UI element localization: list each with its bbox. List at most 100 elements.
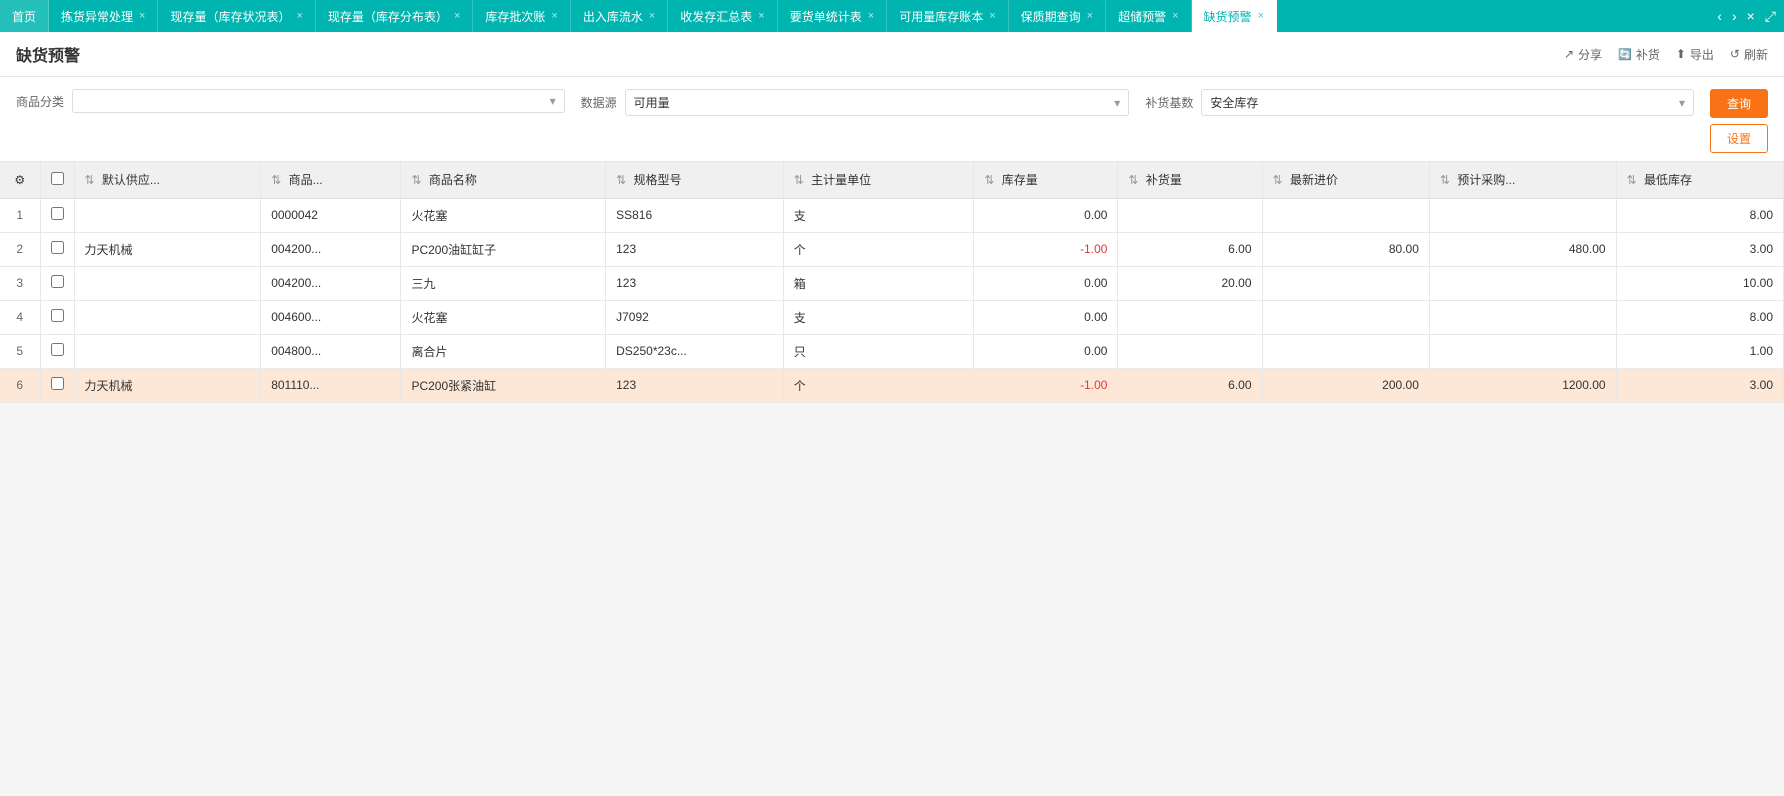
tab-next-button[interactable]: › [1728,6,1741,26]
query-button[interactable]: 查询 [1710,89,1768,118]
row-check-1[interactable] [51,207,64,220]
tab-shortage-label: 缺货预警 [1204,8,1252,25]
row-num-5: 5 [0,334,40,368]
row-spec-1: SS816 [606,198,784,232]
row-checkbox-4[interactable] [40,300,74,334]
sort-icon-name: ⇅ [411,173,421,187]
row-replenish-1 [1118,198,1262,232]
datasource-label: 数据源 [581,94,617,111]
row-est-1 [1429,198,1616,232]
refresh-icon [1730,47,1740,61]
replenish-button[interactable]: 补货 [1618,46,1660,63]
col-replenish-qty[interactable]: ⇅ 补货量 [1118,162,1262,198]
export-button[interactable]: 导出 [1676,46,1714,63]
refresh-button[interactable]: 刷新 [1730,46,1768,63]
col-unit-label: 主计量单位 [811,173,871,187]
col-unit[interactable]: ⇅ 主计量单位 [783,162,974,198]
tab-order-stats[interactable]: 要货单统计表 × [778,0,887,32]
row-name-6: PC200张紧油缸 [401,368,606,402]
tab-fullscreen-button[interactable]: ⤢ [1761,6,1780,27]
tab-inventory-dist-close[interactable]: × [454,10,460,22]
tab-batch-account[interactable]: 库存批次账 × [473,0,570,32]
filter-action-buttons: 查询 设置 [1710,89,1768,153]
sort-icon-replenish: ⇅ [1128,173,1138,187]
row-num-4: 4 [0,300,40,334]
col-settings[interactable] [0,162,40,198]
tab-inout-flow-label: 出入库流水 [583,8,643,25]
tab-receipt-summary[interactable]: 收发存汇总表 × [668,0,777,32]
replenish-base-label: 补货基数 [1145,94,1193,111]
col-latest-price[interactable]: ⇅ 最新进价 [1262,162,1429,198]
tab-shortage[interactable]: 缺货预警 × [1192,0,1277,32]
tab-overstock-close[interactable]: × [1172,10,1178,22]
tab-overstock[interactable]: 超储预警 × [1106,0,1191,32]
row-checkbox-1[interactable] [40,198,74,232]
row-checkbox-2[interactable] [40,232,74,266]
row-check-2[interactable] [51,241,64,254]
row-check-3[interactable] [51,275,64,288]
col-spec[interactable]: ⇅ 规格型号 [606,162,784,198]
tab-expiry-query[interactable]: 保质期查询 × [1009,0,1106,32]
col-default-supplier[interactable]: ⇅ 默认供应... [74,162,261,198]
select-all-checkbox[interactable] [51,172,64,185]
tab-available-ledger-close[interactable]: × [989,10,995,22]
row-replenish-4 [1118,300,1262,334]
row-code-2: 004200... [261,232,401,266]
col-product-name[interactable]: ⇅ 商品名称 [401,162,606,198]
col-checkbox[interactable] [40,162,74,198]
datasource-select[interactable]: 可用量 ▾ [625,89,1130,116]
tab-receipt-summary-close[interactable]: × [758,10,764,22]
filter-area: 商品分类 ▾ 数据源 可用量 ▾ 补货基数 安全库存 ▾ 查询 设置 [0,77,1784,162]
tab-home[interactable]: 首页 [0,0,49,32]
category-select[interactable]: ▾ [72,89,565,113]
row-unit-6: 个 [783,368,974,402]
tab-expiry-query-label: 保质期查询 [1021,8,1081,25]
settings-button[interactable]: 设置 [1710,124,1768,153]
row-checkbox-6[interactable] [40,368,74,402]
col-product-code[interactable]: ⇅ 商品... [261,162,401,198]
row-num-3: 3 [0,266,40,300]
tab-order-stats-close[interactable]: × [868,10,874,22]
tab-shortage-close[interactable]: × [1258,10,1264,22]
tab-inout-flow[interactable]: 出入库流水 × [571,0,668,32]
row-checkbox-5[interactable] [40,334,74,368]
tab-close-all-button[interactable]: × [1743,6,1759,26]
row-check-4[interactable] [51,309,64,322]
replenish-base-select[interactable]: 安全库存 ▾ [1201,89,1694,116]
replenish-base-value: 安全库存 [1210,94,1258,111]
row-checkbox-3[interactable] [40,266,74,300]
row-unit-3: 箱 [783,266,974,300]
share-button[interactable]: 分享 [1564,46,1602,63]
row-price-3 [1262,266,1429,300]
tab-batch-account-close[interactable]: × [551,10,557,22]
replenish-base-arrow: ▾ [1679,96,1685,110]
tab-inventory-status-close[interactable]: × [296,10,302,22]
tab-available-ledger[interactable]: 可用量库存账本 × [887,0,1008,32]
tab-inventory-dist[interactable]: 现存量（库存分布表） × [316,0,473,32]
gear-icon [14,173,25,187]
sort-icon-spec: ⇅ [616,173,626,187]
row-check-6[interactable] [51,377,64,390]
tab-prev-button[interactable]: ‹ [1713,6,1726,26]
tab-inout-flow-close[interactable]: × [649,10,655,22]
tab-expiry-query-close[interactable]: × [1087,10,1093,22]
tab-overstock-label: 超储预警 [1118,8,1166,25]
nav-tabs: 首页 拣货异常处理 × 现存量（库存状况表） × 现存量（库存分布表） × 库存… [0,0,1784,32]
row-check-5[interactable] [51,343,64,356]
table-row: 3 004200... 三九 123 箱 0.00 20.00 10.00 [0,266,1784,300]
row-name-2: PC200油缸缸子 [401,232,606,266]
col-est-purchase[interactable]: ⇅ 预计采购... [1429,162,1616,198]
row-unit-4: 支 [783,300,974,334]
row-spec-3: 123 [606,266,784,300]
tab-exception-close[interactable]: × [139,10,145,22]
row-supplier-3 [74,266,261,300]
tab-inventory-status[interactable]: 现存量（库存状况表） × [158,0,315,32]
col-min-stock[interactable]: ⇅ 最低库存 [1616,162,1783,198]
row-spec-6: 123 [606,368,784,402]
col-stock[interactable]: ⇅ 库存量 [974,162,1118,198]
row-minstock-1: 8.00 [1616,198,1783,232]
table-body: 1 0000042 火花塞 SS816 支 0.00 8.00 2 力天机械 0… [0,198,1784,402]
tab-exception[interactable]: 拣货异常处理 × [49,0,158,32]
tab-exception-label: 拣货异常处理 [61,8,133,25]
datasource-value: 可用量 [634,94,670,111]
